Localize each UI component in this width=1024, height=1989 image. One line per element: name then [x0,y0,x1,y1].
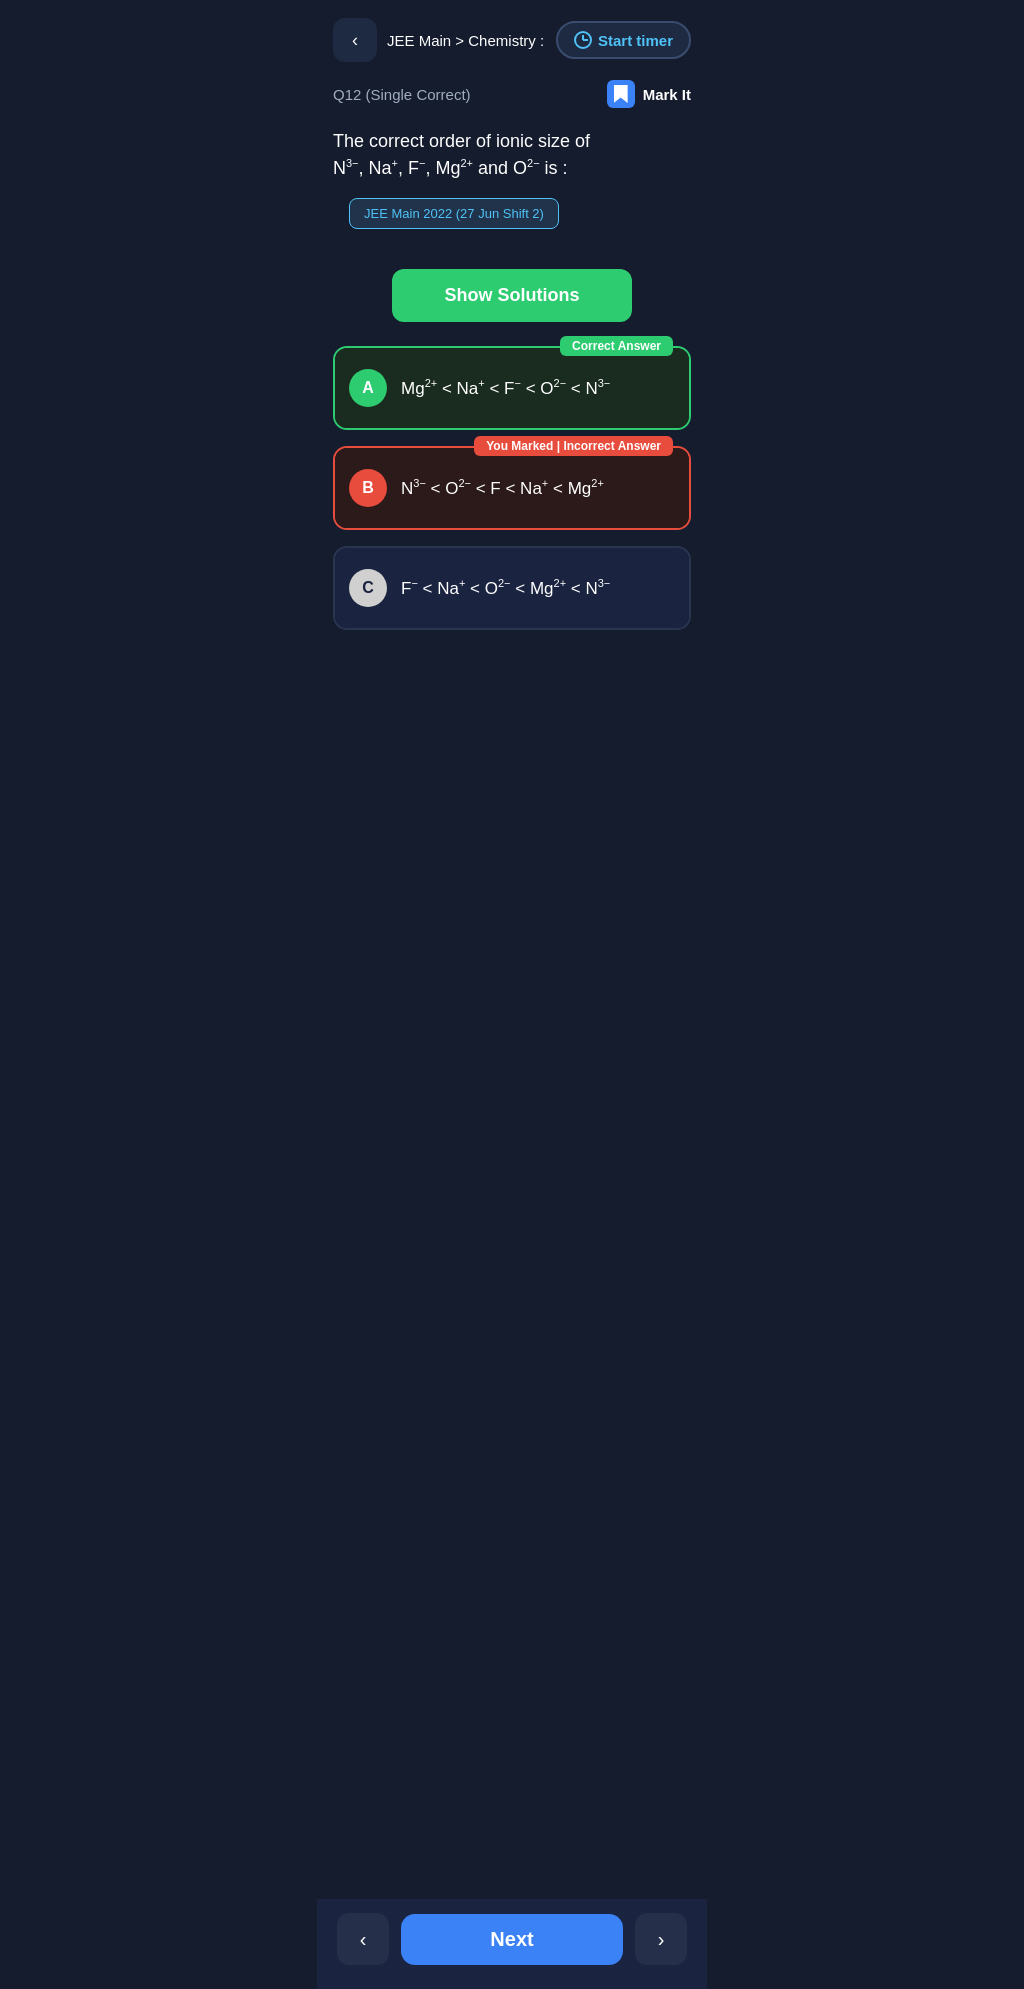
mark-it-button[interactable]: Mark It [607,80,691,108]
mark-it-label: Mark It [643,86,691,103]
exam-tag-wrap: JEE Main 2022 (27 Jun Shift 2) [317,198,707,269]
header: ‹ JEE Main > Chemistry : Start timer [317,0,707,74]
question-line2: N3−, Na+, F−, Mg2+ and O2− is : [333,158,568,178]
option-a-formula: Mg2+ < Na+ < F− < O2− < N3− [401,375,610,401]
correct-answer-badge: Correct Answer [560,336,673,356]
option-b-circle: B [349,469,387,507]
option-c-container[interactable]: C F− < Na+ < O2− < Mg2+ < N3− [333,546,691,630]
option-c-inner: C F− < Na+ < O2− < Mg2+ < N3− [335,548,689,628]
question-number: Q12 (Single Correct) [333,86,471,103]
option-a-circle: A [349,369,387,407]
start-timer-button[interactable]: Start timer [556,21,691,59]
incorrect-answer-badge: You Marked | Incorrect Answer [474,436,673,456]
option-c-formula: F− < Na+ < O2− < Mg2+ < N3− [401,575,610,601]
option-c-circle: C [349,569,387,607]
bookmark-icon [607,80,635,108]
option-b-container[interactable]: You Marked | Incorrect Answer B N3− < O2… [333,446,691,530]
back-button[interactable]: ‹ [333,18,377,62]
back-icon: ‹ [352,30,358,51]
option-a-container[interactable]: Correct Answer A Mg2+ < Na+ < F− < O2− <… [333,346,691,430]
bottom-spacer [317,630,707,720]
show-solutions-section: Show Solutions [317,269,707,346]
exam-tag: JEE Main 2022 (27 Jun Shift 2) [349,198,559,229]
option-b-formula: N3− < O2− < F < Na+ < Mg2+ [401,475,604,501]
show-solutions-button[interactable]: Show Solutions [392,269,632,322]
question-text: The correct order of ionic size of N3−, … [317,120,707,198]
bookmark-shape [614,85,628,103]
options-section: Correct Answer A Mg2+ < Na+ < F− < O2− <… [317,346,707,630]
breadcrumb: JEE Main > Chemistry : [387,32,546,49]
question-meta: Q12 (Single Correct) Mark It [317,74,707,120]
option-b-inner: B N3− < O2− < F < Na+ < Mg2+ [335,448,689,528]
timer-label: Start timer [598,32,673,49]
option-a-inner: A Mg2+ < Na+ < F− < O2− < N3− [335,348,689,428]
question-line1: The correct order of ionic size of [333,131,590,151]
timer-icon [574,31,592,49]
